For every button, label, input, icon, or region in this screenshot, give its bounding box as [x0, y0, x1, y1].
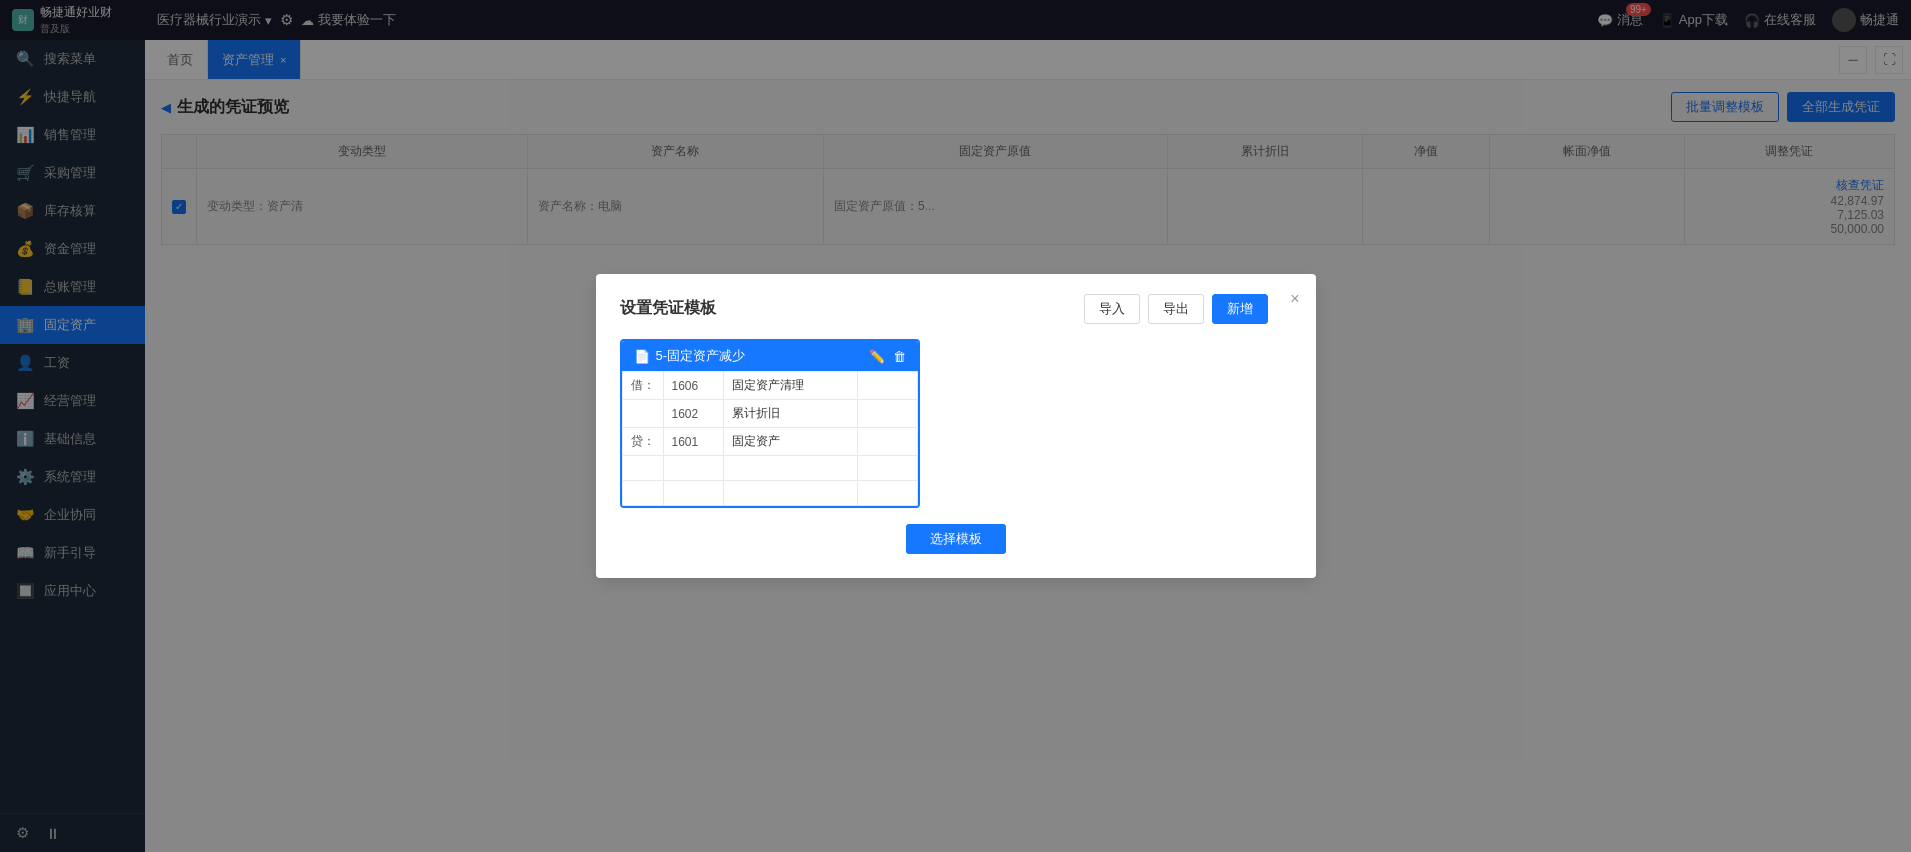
cell-name-1: 固定资产清理: [723, 372, 857, 400]
template-header-icons: ✏️ 🗑: [869, 349, 906, 364]
cell-name-2: 累计折旧: [723, 400, 857, 428]
template-card: 📄 5-固定资产减少 ✏️ 🗑 借： 1606 固定资产清理: [620, 339, 920, 508]
template-empty-row-1: [622, 456, 917, 481]
cell-credit-label: 贷：: [622, 428, 663, 456]
cell-debit-label: 借：: [622, 372, 663, 400]
modal-action-buttons: 导入 导出 新增: [1084, 294, 1268, 324]
modal-overlay[interactable]: 设置凭证模板 导入 导出 新增 × 📄 5-固定资产减少 ✏️ 🗑: [0, 0, 1911, 852]
cell-extra-3: [857, 428, 917, 456]
new-template-btn[interactable]: 新增: [1212, 294, 1268, 324]
template-edit-icon[interactable]: ✏️: [869, 349, 885, 364]
cell-code-3: 1601: [663, 428, 723, 456]
cell-blank-label: [622, 400, 663, 428]
template-doc-icon: 📄: [634, 349, 650, 364]
import-btn[interactable]: 导入: [1084, 294, 1140, 324]
cell-extra-1: [857, 372, 917, 400]
export-btn[interactable]: 导出: [1148, 294, 1204, 324]
template-detail-table: 借： 1606 固定资产清理 1602 累计折旧 贷：: [622, 371, 918, 506]
template-empty-row-2: [622, 481, 917, 506]
template-title: 5-固定资产减少: [656, 347, 746, 365]
template-row-2: 1602 累计折旧: [622, 400, 917, 428]
cell-extra-2: [857, 400, 917, 428]
template-card-body: 借： 1606 固定资产清理 1602 累计折旧 贷：: [622, 371, 918, 506]
template-delete-icon[interactable]: 🗑: [893, 349, 906, 364]
set-template-modal: 设置凭证模板 导入 导出 新增 × 📄 5-固定资产减少 ✏️ 🗑: [596, 274, 1316, 578]
cell-code-1: 1606: [663, 372, 723, 400]
cell-code-2: 1602: [663, 400, 723, 428]
cell-name-3: 固定资产: [723, 428, 857, 456]
template-row-3: 贷： 1601 固定资产: [622, 428, 917, 456]
template-row-1: 借： 1606 固定资产清理: [622, 372, 917, 400]
modal-close-btn[interactable]: ×: [1290, 290, 1299, 308]
template-card-header: 📄 5-固定资产减少 ✏️ 🗑: [622, 341, 918, 371]
select-template-btn[interactable]: 选择模板: [906, 524, 1006, 554]
